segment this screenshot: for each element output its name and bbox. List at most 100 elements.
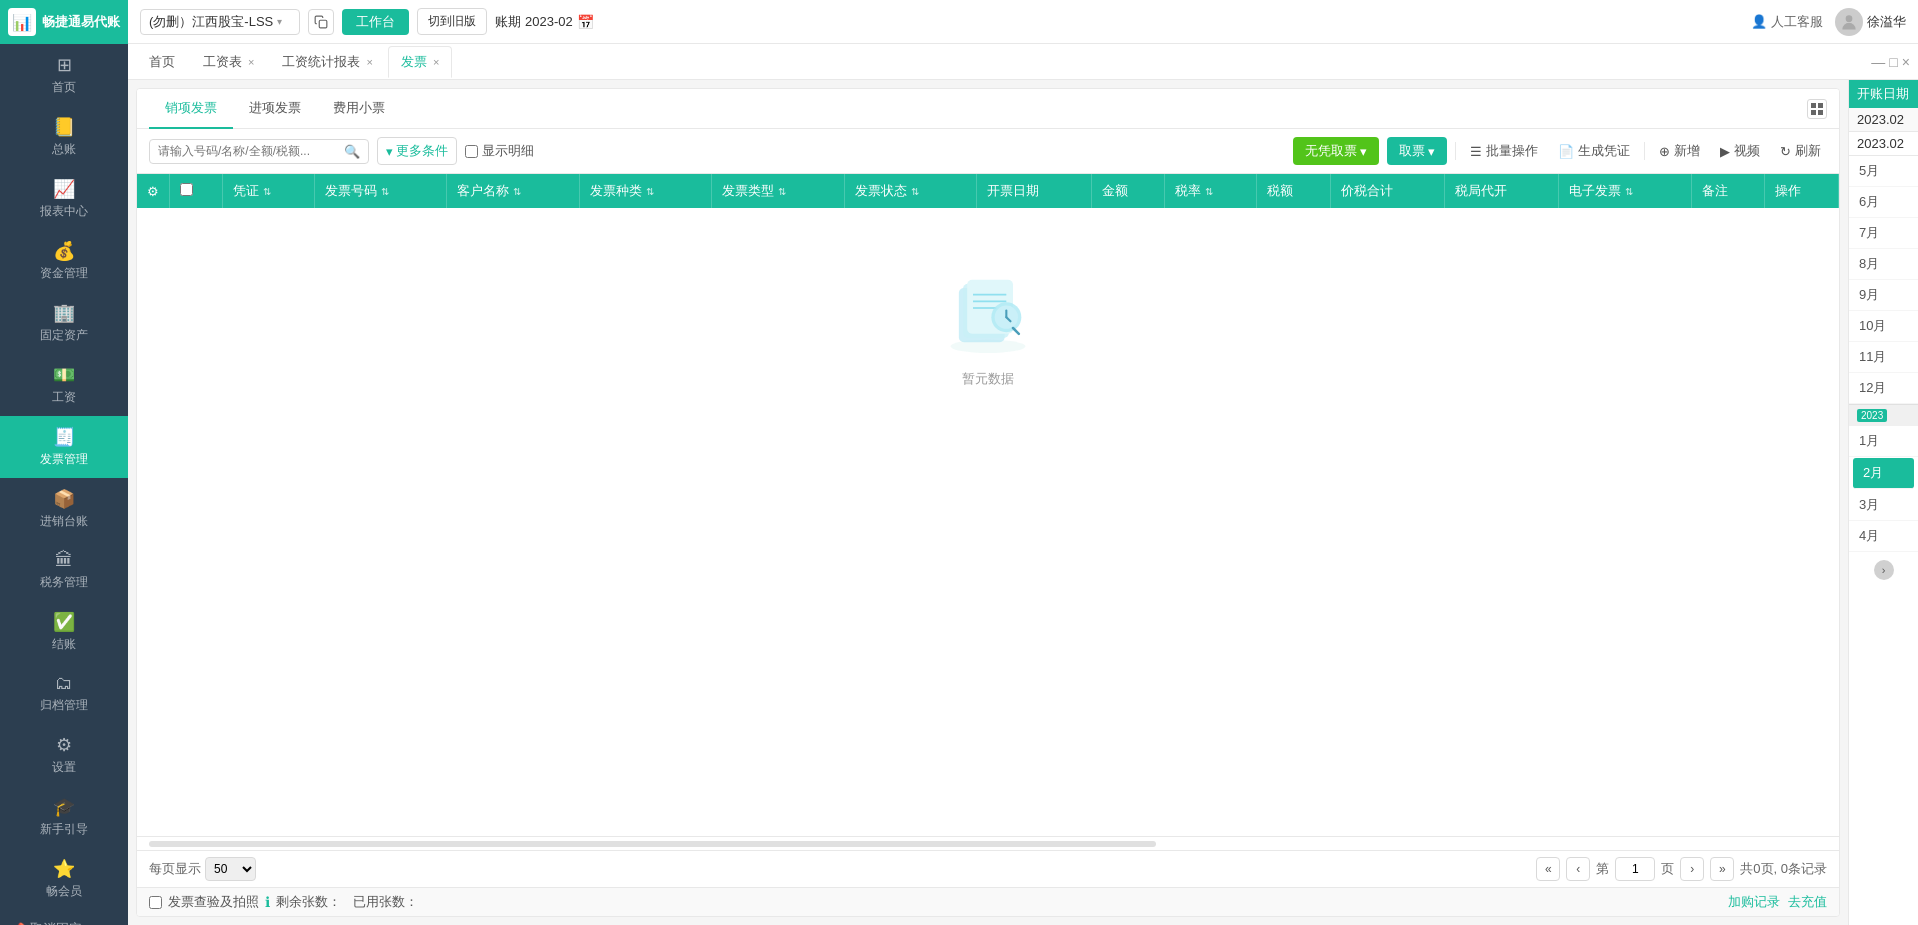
tab-salary-stats[interactable]: 工资统计报表 × <box>269 46 385 77</box>
sub-tab-expense[interactable]: 费用小票 <box>317 89 401 129</box>
sidebar-label-assets: 固定资产 <box>40 327 88 344</box>
tab-invoices[interactable]: 发票 × <box>388 46 452 78</box>
col-e-invoice[interactable]: 电子发票 ⇅ <box>1559 174 1691 208</box>
date-item-2023-4[interactable]: 4月 <box>1849 521 1918 552</box>
date-panel-close-icon[interactable]: › <box>1874 560 1894 580</box>
search-box[interactable]: 🔍 <box>149 139 369 164</box>
date-item-2023-3[interactable]: 3月 <box>1849 490 1918 521</box>
ticket-button[interactable]: 取票 ▾ <box>1387 137 1447 165</box>
first-page-button[interactable]: « <box>1536 857 1560 881</box>
page-size-dropdown[interactable]: 50 20 100 <box>205 857 256 881</box>
scrollbar-thumb[interactable] <box>149 841 1156 847</box>
video-icon: ▶ <box>1720 144 1730 159</box>
col-remark[interactable]: 备注 <box>1691 174 1765 208</box>
filter-button[interactable]: ▾ 更多条件 <box>377 137 457 165</box>
sidebar-item-reports[interactable]: 📈 报表中心 <box>0 168 128 230</box>
user-profile[interactable]: 徐溢华 <box>1835 8 1906 36</box>
date-panel-open-btn[interactable]: 开账日期 <box>1849 80 1918 108</box>
check-info-icon[interactable]: ℹ <box>265 894 270 910</box>
search-input[interactable] <box>158 144 340 158</box>
col-tax-rate[interactable]: 税率 ⇅ <box>1165 174 1257 208</box>
date-item-9[interactable]: 9月 <box>1849 280 1918 311</box>
no-ticket-button[interactable]: 无凭取票 ▾ <box>1293 137 1379 165</box>
tab-salary-table[interactable]: 工资表 × <box>190 46 267 77</box>
show-detail-checkbox[interactable]: 显示明细 <box>465 142 534 160</box>
col-settings[interactable]: ⚙ <box>137 174 170 208</box>
close-button[interactable]: × <box>1902 54 1910 70</box>
sidebar-item-assets[interactable]: 🏢 固定资产 <box>0 292 128 354</box>
search-icon[interactable]: 🔍 <box>344 144 360 159</box>
grid-view-toggle[interactable] <box>1807 99 1827 119</box>
tab-salary-table-close[interactable]: × <box>248 56 254 68</box>
date-item-2023-2[interactable]: 2月 <box>1853 458 1914 489</box>
col-checkbox[interactable] <box>170 174 223 208</box>
page-input[interactable] <box>1615 857 1655 881</box>
calendar-icon[interactable]: 📅 <box>577 14 594 30</box>
col-voucher[interactable]: 凭证 ⇅ <box>223 174 315 208</box>
sidebar-item-funds[interactable]: 💰 资金管理 <box>0 230 128 292</box>
tab-invoices-close[interactable]: × <box>433 56 439 68</box>
tab-home[interactable]: 首页 <box>136 46 188 77</box>
show-detail-input[interactable] <box>465 145 478 158</box>
new-button[interactable]: ⊕ 新增 <box>1653 138 1706 164</box>
customer-service[interactable]: 👤 人工客服 <box>1751 13 1823 31</box>
refresh-button[interactable]: ↻ 刷新 <box>1774 138 1827 164</box>
purchase-record-link[interactable]: 加购记录 <box>1728 893 1780 911</box>
sidebar-logo[interactable]: 📊 畅捷通易代账 <box>0 0 128 44</box>
sidebar-bottom-pin[interactable]: 📌 取消固定 <box>0 910 128 925</box>
col-invoice-type[interactable]: 发票种类 ⇅ <box>579 174 711 208</box>
date-item-2023-1[interactable]: 1月 <box>1849 426 1918 457</box>
sidebar-item-salary[interactable]: 💵 工资 <box>0 354 128 416</box>
workspace-button[interactable]: 工作台 <box>342 9 409 35</box>
col-invoice-no[interactable]: 发票号码 ⇅ <box>315 174 447 208</box>
date-panel-close[interactable]: › <box>1849 552 1918 588</box>
col-customer[interactable]: 客户名称 ⇅ <box>447 174 579 208</box>
recharge-link[interactable]: 去充值 <box>1788 893 1827 911</box>
copy-button[interactable] <box>308 9 334 35</box>
col-invoice-status[interactable]: 发票状态 ⇅ <box>844 174 976 208</box>
sidebar-item-purchase[interactable]: 📦 进销台账 <box>0 478 128 540</box>
col-tax-amount[interactable]: 税额 <box>1257 174 1331 208</box>
sidebar-item-archive[interactable]: 🗂 归档管理 <box>0 663 128 724</box>
sub-tab-purchase[interactable]: 进项发票 <box>233 89 317 129</box>
maximize-button[interactable]: □ <box>1889 54 1897 70</box>
gen-voucher-button[interactable]: 📄 生成凭证 <box>1552 138 1636 164</box>
col-invoice-category[interactable]: 发票类型 ⇅ <box>712 174 844 208</box>
col-issue-date[interactable]: 开票日期 <box>977 174 1091 208</box>
sidebar-item-ledger[interactable]: 📒 总账 <box>0 106 128 168</box>
date-item-11[interactable]: 11月 <box>1849 342 1918 373</box>
prev-page-button[interactable]: ‹ <box>1566 857 1590 881</box>
date-item-8[interactable]: 8月 <box>1849 249 1918 280</box>
select-all-checkbox[interactable] <box>180 183 193 196</box>
col-tax-code[interactable]: 税局代开 <box>1444 174 1558 208</box>
page-label: 第 <box>1596 860 1609 878</box>
date-item-6[interactable]: 6月 <box>1849 187 1918 218</box>
last-page-button[interactable]: » <box>1710 857 1734 881</box>
minimize-button[interactable]: — <box>1871 54 1885 70</box>
sidebar-item-invoices[interactable]: 🧾 发票管理 <box>0 416 128 478</box>
sidebar-item-guide[interactable]: 🎓 新手引导 <box>0 786 128 848</box>
company-selector[interactable]: (勿删）江西股宝-LSS ▾ <box>140 9 300 35</box>
sidebar-item-tax[interactable]: 🏛 税务管理 <box>0 540 128 601</box>
batch-op-button[interactable]: ☰ 批量操作 <box>1464 138 1544 164</box>
sidebar-item-settings[interactable]: ⚙ 设置 <box>0 724 128 786</box>
date-item-7[interactable]: 7月 <box>1849 218 1918 249</box>
date-item-5[interactable]: 5月 <box>1849 156 1918 187</box>
video-button[interactable]: ▶ 视频 <box>1714 138 1766 164</box>
sidebar-item-closing[interactable]: ✅ 结账 <box>0 601 128 663</box>
sidebar-item-member[interactable]: ⭐ 畅会员 <box>0 848 128 910</box>
page-size-select[interactable]: 每页显示 50 20 100 <box>149 857 260 881</box>
col-amount[interactable]: 金额 <box>1091 174 1165 208</box>
col-total[interactable]: 价税合计 <box>1330 174 1444 208</box>
switch-version-button[interactable]: 切到旧版 <box>417 8 487 35</box>
date-item-12[interactable]: 12月 <box>1849 373 1918 404</box>
col-action[interactable]: 操作 <box>1765 174 1839 208</box>
service-icon: 👤 <box>1751 14 1767 29</box>
date-item-10[interactable]: 10月 <box>1849 311 1918 342</box>
sub-tab-sales[interactable]: 销项发票 <box>149 89 233 129</box>
next-page-button[interactable]: › <box>1680 857 1704 881</box>
horizontal-scrollbar[interactable] <box>137 836 1839 850</box>
invoice-check-checkbox[interactable] <box>149 896 162 909</box>
sidebar-item-home[interactable]: ⊞ 首页 <box>0 44 128 106</box>
tab-salary-stats-close[interactable]: × <box>366 56 372 68</box>
